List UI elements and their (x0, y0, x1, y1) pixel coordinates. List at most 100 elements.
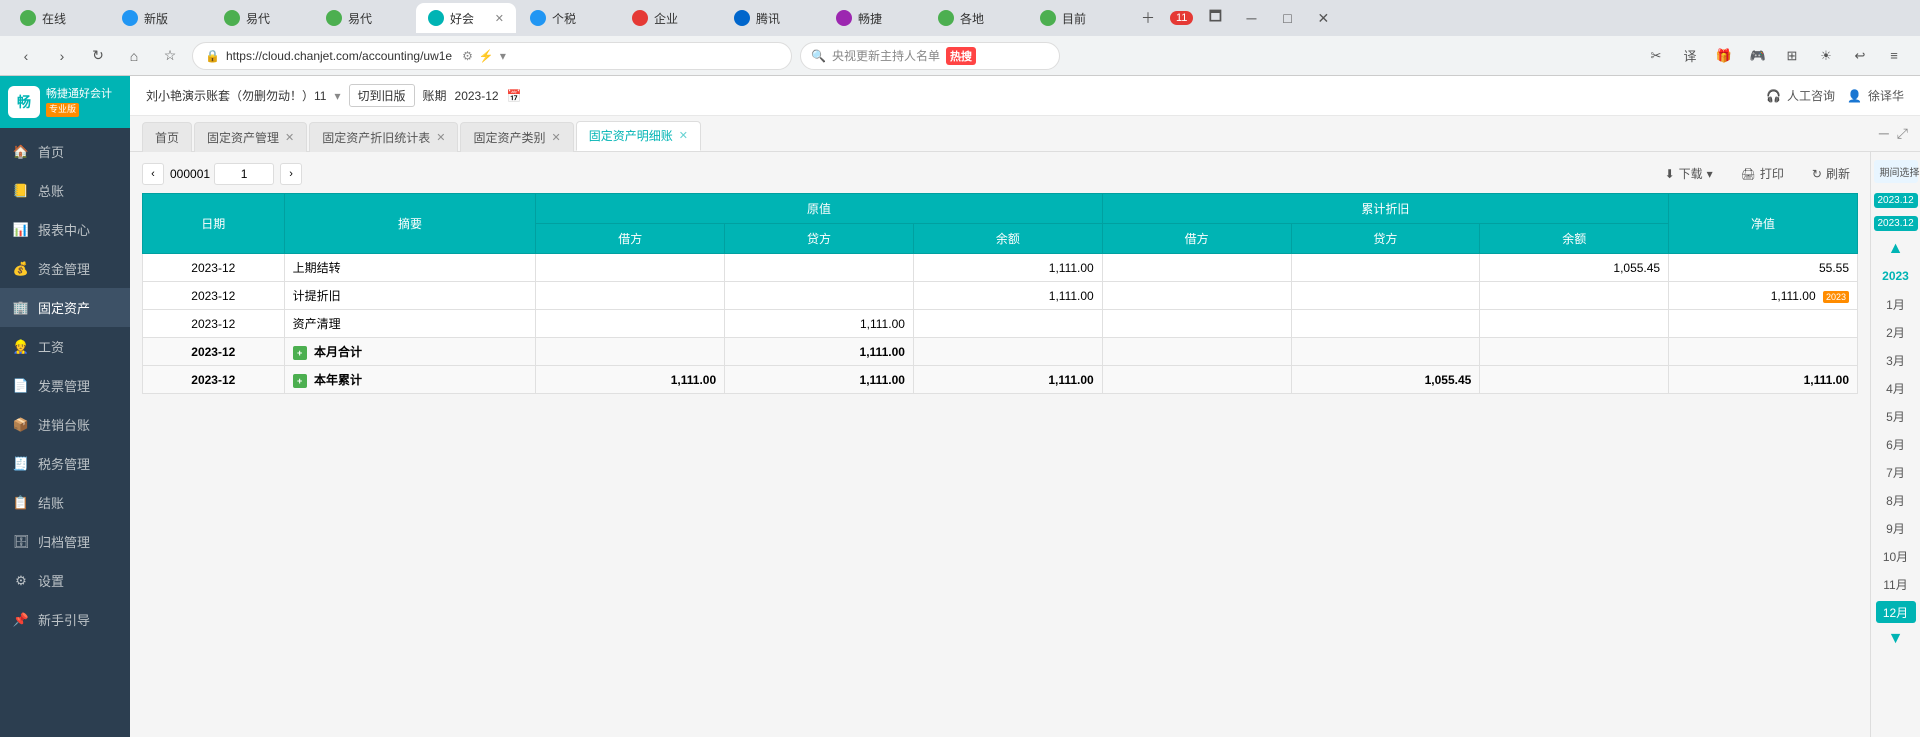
page-num-input[interactable] (214, 163, 274, 185)
close-window-button[interactable]: ✕ (1309, 4, 1337, 32)
switch-version-button[interactable]: 切到旧版 (349, 84, 415, 107)
brightness-tool[interactable]: ☀ (1812, 42, 1840, 70)
bookmark-button[interactable]: ☆ (156, 42, 184, 70)
cell-orig-credit-3: 1,111.00 (725, 338, 914, 366)
sidebar-item-home[interactable]: 🏠 首页 (0, 132, 130, 171)
sidebar-item-funds[interactable]: 💰 资金管理 (0, 249, 130, 288)
history-tool[interactable]: ↩ (1846, 42, 1874, 70)
tab-favicon-tengxun (734, 10, 750, 26)
month-7[interactable]: 7月 (1876, 461, 1916, 483)
browser-tab-muqian[interactable]: 目前 (1028, 3, 1128, 33)
browser-tab-haohui[interactable]: 好会 ✕ (416, 3, 516, 33)
maximize-button[interactable]: □ (1273, 4, 1301, 32)
cell-orig-credit-4: 1,111.00 (725, 366, 914, 394)
calendar-icon: 📅 (507, 89, 522, 103)
tab-asset-categories[interactable]: 固定资产类别 ✕ (460, 122, 573, 152)
sidebar-item-closing[interactable]: 📋 结账 (0, 483, 130, 522)
cell-accum-debit-1 (1102, 282, 1291, 310)
browser-tab-changjie[interactable]: 畅捷 (824, 3, 924, 33)
month-4[interactable]: 4月 (1876, 377, 1916, 399)
dropdown-arrow-icon: ▾ (334, 89, 340, 103)
month-5[interactable]: 5月 (1876, 405, 1916, 427)
cell-net-3 (1669, 338, 1858, 366)
refresh-button[interactable]: ↻ 刷新 (1804, 162, 1858, 185)
month-9[interactable]: 9月 (1876, 517, 1916, 539)
month-6[interactable]: 6月 (1876, 433, 1916, 455)
sidebar-item-guide[interactable]: 📌 新手引导 (0, 600, 130, 639)
browser-tab-online[interactable]: 在线 (8, 3, 108, 33)
download-icon: ⬇ (1665, 167, 1675, 181)
sidebar-item-ledger[interactable]: 📒 总账 (0, 171, 130, 210)
table-row: 2023-12 上期结转 1,111.00 1,055.45 55.55 (143, 254, 1858, 282)
month-10[interactable]: 10月 (1876, 545, 1916, 567)
scissors-tool[interactable]: ✂ (1642, 42, 1670, 70)
action-buttons: ⬇ 下载 ▾ 🖨 打印 ↻ 刷新 (1657, 162, 1858, 185)
sidebar-item-sales[interactable]: 📦 进销台账 (0, 405, 130, 444)
month-3[interactable]: 3月 (1876, 349, 1916, 371)
sidebar-item-settings[interactable]: ⚙ 设置 (0, 561, 130, 600)
browser-tab-qiye[interactable]: 企业 (620, 3, 720, 33)
scroll-down-arrow[interactable]: ▼ (1880, 629, 1912, 649)
month-1[interactable]: 1月 (1876, 293, 1916, 315)
next-page-button[interactable]: › (280, 163, 302, 185)
col-original-debit: 借方 (536, 224, 725, 254)
grid-tool[interactable]: ⊞ (1778, 42, 1806, 70)
top-bar: 刘小艳演示账套（勿删勿动！）11 ▾ 切到旧版 账期 2023-12 📅 🎧 人… (130, 76, 1920, 116)
logo-badge: 专业版 (46, 103, 79, 117)
user-info[interactable]: 👤 徐译华 (1847, 87, 1904, 104)
game-tool[interactable]: 🎮 (1744, 42, 1772, 70)
tab-close-asset-detail-ledger[interactable]: ✕ (679, 129, 688, 142)
prev-page-button[interactable]: ‹ (142, 163, 164, 185)
minimize-tab-icon[interactable]: ─ (1879, 125, 1889, 142)
forward-button[interactable]: › (48, 42, 76, 70)
logo-info: 畅捷通好会计 专业版 (46, 87, 112, 117)
wallet-tool[interactable]: 🎁 (1710, 42, 1738, 70)
browser-tab-geshui[interactable]: 个税 (518, 3, 618, 33)
month-12[interactable]: 12月 (1876, 601, 1916, 623)
sidebar-item-fixed-assets[interactable]: 🏢 固定资产 (0, 288, 130, 327)
back-button[interactable]: ‹ (12, 42, 40, 70)
restore-window-button[interactable]: 🗖 (1201, 4, 1229, 32)
tab-depreciation-stats[interactable]: 固定资产折旧统计表 ✕ (309, 122, 458, 152)
period-selector-header: 期间选择 (1874, 160, 1918, 183)
tab-close-asset-categories[interactable]: ✕ (552, 131, 561, 144)
tab-close-haohui[interactable]: ✕ (495, 12, 504, 25)
download-dropdown-icon: ▾ (1707, 167, 1713, 181)
translate-tool[interactable]: 译 (1676, 42, 1704, 70)
month-2[interactable]: 2月 (1876, 321, 1916, 343)
cell-date-4: 2023-12 (143, 366, 285, 394)
tab-close-depreciation-stats[interactable]: ✕ (436, 131, 445, 144)
col-net-value: 净值 (1669, 194, 1858, 254)
tab-fixed-assets-mgmt[interactable]: 固定资产管理 ✕ (194, 122, 307, 152)
new-tab-button[interactable]: ＋ (1134, 4, 1162, 32)
scroll-up-arrow[interactable]: ▲ (1880, 239, 1912, 259)
address-input[interactable]: 🔒 https://cloud.chanjet.com/accounting/u… (192, 42, 792, 70)
tab-home[interactable]: 首页 (142, 122, 192, 152)
fullscreen-tab-icon[interactable]: ⤢ (1897, 125, 1908, 142)
sidebar-item-payroll[interactable]: 👷 工资 (0, 327, 130, 366)
col-summary: 摘要 (284, 194, 536, 254)
month-8[interactable]: 8月 (1876, 489, 1916, 511)
sidebar-item-tax[interactable]: 🧾 税务管理 (0, 444, 130, 483)
tab-close-fixed-assets-mgmt[interactable]: ✕ (285, 131, 294, 144)
home-button[interactable]: ⌂ (120, 42, 148, 70)
download-button[interactable]: ⬇ 下载 ▾ (1657, 162, 1721, 185)
month-11[interactable]: 11月 (1876, 573, 1916, 595)
browser-tab-yidai1[interactable]: 易代 (212, 3, 312, 33)
sidebar-item-archive[interactable]: 🗄 归档管理 (0, 522, 130, 561)
tab-favicon-gedi (938, 10, 954, 26)
customer-service-btn[interactable]: 🎧 人工咨询 (1766, 87, 1835, 104)
browser-tab-yidai2[interactable]: 易代 (314, 3, 414, 33)
browser-tab-gedi[interactable]: 各地 (926, 3, 1026, 33)
print-button[interactable]: 🖨 打印 (1733, 162, 1792, 185)
year-badge: 2023 (1823, 291, 1849, 303)
minimize-button[interactable]: ─ (1237, 4, 1265, 32)
reload-button[interactable]: ↻ (84, 42, 112, 70)
browser-tab-new[interactable]: 新版 (110, 3, 210, 33)
sidebar-item-invoices[interactable]: 📄 发票管理 (0, 366, 130, 405)
user-avatar-icon: 👤 (1847, 89, 1862, 103)
browser-tab-tengxun[interactable]: 腾讯 (722, 3, 822, 33)
tab-asset-detail-ledger[interactable]: 固定资产明细账 ✕ (576, 121, 701, 151)
sidebar-item-reports[interactable]: 📊 报表中心 (0, 210, 130, 249)
menu-tool[interactable]: ≡ (1880, 42, 1908, 70)
